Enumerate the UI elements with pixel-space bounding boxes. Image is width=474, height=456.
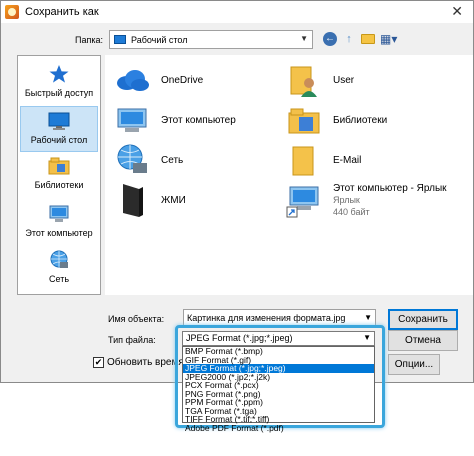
desktop-icon — [114, 35, 126, 44]
file-name: User — [333, 74, 355, 86]
sidebar-item-desktop[interactable]: Рабочий стол — [20, 106, 98, 152]
libraries-icon — [48, 157, 70, 175]
chevron-down-icon: ▼ — [300, 34, 308, 43]
sidebar-item-this-pc[interactable]: Этот компьютер — [20, 200, 98, 246]
chevron-down-icon[interactable]: ▼ — [364, 313, 372, 322]
file-name: Этот компьютер - Ярлык — [333, 182, 447, 194]
file-type-text: Ярлык — [333, 194, 360, 205]
file-item-onedrive[interactable]: OneDrive — [113, 61, 203, 99]
file-type-option[interactable]: Adobe PDF Format (*.pdf) — [183, 423, 374, 433]
places-sidebar: Быстрый доступ Рабочий стол Библиотеки Э… — [17, 55, 101, 295]
cancel-button[interactable]: Отмена — [388, 330, 458, 351]
app-icon — [5, 5, 19, 19]
dark-file-icon — [123, 184, 143, 217]
file-type-dropdown-list: BMP Format (*.bmp) GIF Format (*.gif) JPEG… — [182, 346, 375, 432]
file-type-value: JPEG Format (*.jpg;*.jpeg) — [186, 333, 293, 343]
shortcut-icon — [286, 186, 319, 218]
folder-row: Папка: Рабочий стол ▼ ← ↑ ▦▾ — [1, 29, 473, 51]
cloud-icon — [117, 70, 149, 91]
title-bar: Сохранить как ✕ — [1, 1, 473, 23]
object-name-label: Имя объекта: — [108, 314, 165, 324]
view-menu-icon[interactable]: ▦▾ — [380, 32, 397, 46]
file-item-this-pc[interactable]: Этот компьютер — [113, 101, 236, 139]
sidebar-item-quick-access[interactable]: Быстрый доступ — [20, 60, 98, 106]
back-icon[interactable]: ← — [323, 32, 337, 46]
file-item-zhmi[interactable]: ЖМИ — [113, 181, 186, 219]
sidebar-item-label: Сеть — [48, 274, 70, 284]
computer-icon — [49, 205, 69, 222]
file-name: Библиотеки — [333, 114, 388, 126]
folder-label: Папка: — [75, 35, 103, 45]
file-size-text: 440 байт — [333, 206, 370, 217]
update-time-checkbox[interactable]: ✔ — [93, 357, 104, 368]
up-folder-icon[interactable]: ↑ — [342, 32, 356, 46]
folder-combo[interactable]: Рабочий стол ▼ — [109, 30, 313, 49]
network-icon — [117, 144, 147, 173]
file-list: OneDrive User Этот компьютер Библиотеки … — [105, 55, 473, 295]
save-button[interactable]: Сохранить — [388, 309, 458, 330]
file-name: ЖМИ — [161, 194, 186, 206]
file-name: E-Mail — [333, 154, 362, 166]
folder-icon — [292, 146, 314, 176]
folder-toolbar: ← ↑ ▦▾ — [323, 32, 397, 46]
chevron-down-icon[interactable]: ▼ — [363, 333, 371, 342]
options-button[interactable]: Опции... — [388, 354, 440, 375]
file-type-label: Тип файла: — [108, 335, 156, 345]
folder-value: Рабочий стол — [131, 34, 188, 45]
sidebar-item-label: Библиотеки — [34, 180, 84, 190]
desktop-icon — [48, 112, 70, 130]
computer-icon — [117, 108, 147, 132]
file-item-libraries[interactable]: Библиотеки — [285, 101, 387, 139]
sidebar-item-label: Рабочий стол — [30, 135, 88, 145]
sidebar-item-label: Быстрый доступ — [24, 88, 94, 98]
file-name: OneDrive — [161, 74, 204, 86]
window-title: Сохранить как — [25, 6, 99, 18]
file-item-shortcut[interactable]: Этот компьютер - Ярлык Ярлык 440 байт — [285, 181, 447, 219]
file-item-user[interactable]: User — [285, 61, 354, 99]
file-name: Сеть — [161, 154, 184, 166]
close-icon[interactable]: ✕ — [451, 3, 463, 20]
libraries-icon — [288, 108, 320, 134]
file-item-network[interactable]: Сеть — [113, 141, 183, 179]
object-name-value: Картинка для изменения формата.jpg — [187, 313, 346, 323]
sidebar-item-libraries[interactable]: Библиотеки — [20, 152, 98, 198]
network-icon — [50, 250, 68, 268]
sidebar-item-label: Этот компьютер — [25, 228, 93, 238]
shortcut-details: Этот компьютер - Ярлык Ярлык 440 байт — [333, 183, 447, 218]
file-type-select[interactable]: JPEG Format (*.jpg;*.jpeg) ▼ — [182, 331, 375, 346]
star-icon — [49, 65, 69, 83]
sidebar-item-network[interactable]: Сеть — [20, 246, 98, 292]
new-folder-icon[interactable] — [361, 34, 375, 44]
file-item-email[interactable]: E-Mail — [285, 141, 361, 179]
file-name: Этот компьютер — [161, 114, 236, 126]
user-folder-icon — [290, 66, 317, 97]
